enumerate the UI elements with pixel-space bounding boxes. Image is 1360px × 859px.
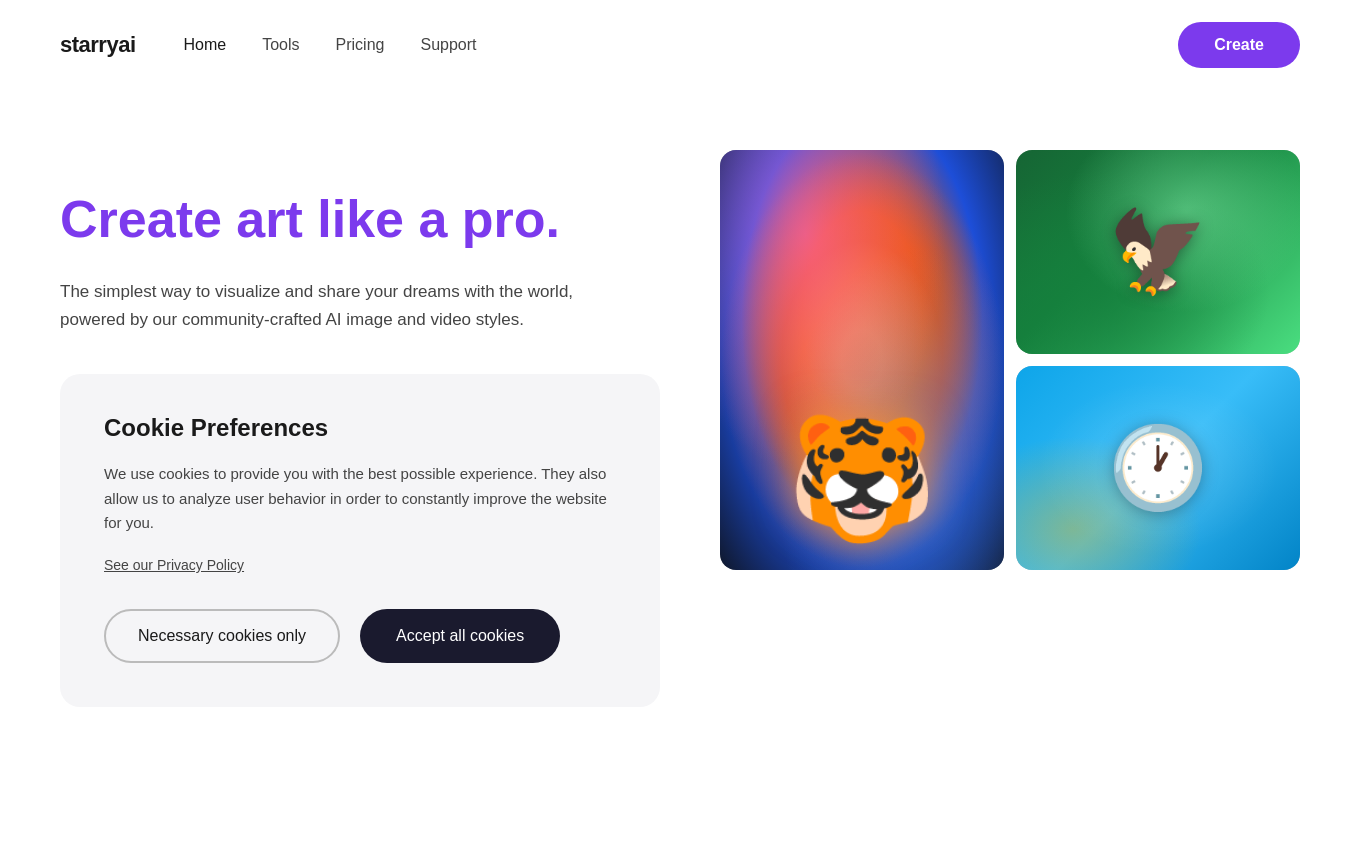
nav-item-tools[interactable]: Tools <box>262 36 299 54</box>
hero-section: Create art like a pro. The simplest way … <box>0 90 1360 747</box>
owl-artwork <box>1016 150 1300 354</box>
nav-link-home[interactable]: Home <box>184 36 227 53</box>
navbar: starryai Home Tools Pricing Support Crea… <box>0 0 1360 90</box>
cookie-dialog: Cookie Preferences We use cookies to pro… <box>60 374 660 707</box>
privacy-policy-link[interactable]: See our Privacy Policy <box>104 557 244 573</box>
hero-subtitle: The simplest way to visualize and share … <box>60 278 600 334</box>
nav-item-support[interactable]: Support <box>420 36 476 54</box>
logo: starryai <box>60 32 136 58</box>
clock-artwork <box>1016 366 1300 570</box>
tiger-artwork <box>720 150 1004 570</box>
hero-images <box>720 150 1300 570</box>
hero-content: Create art like a pro. The simplest way … <box>60 150 680 707</box>
nav-item-home[interactable]: Home <box>184 36 227 54</box>
nav-link-support[interactable]: Support <box>420 36 476 53</box>
cookie-body: We use cookies to provide you with the b… <box>104 462 616 536</box>
create-button[interactable]: Create <box>1178 22 1300 68</box>
nav-link-tools[interactable]: Tools <box>262 36 299 53</box>
cookie-title: Cookie Preferences <box>104 414 616 442</box>
image-tiger <box>720 150 1004 570</box>
cookie-buttons: Necessary cookies only Accept all cookie… <box>104 609 616 663</box>
hero-title: Create art like a pro. <box>60 190 680 250</box>
necessary-cookies-button[interactable]: Necessary cookies only <box>104 609 340 663</box>
accept-all-cookies-button[interactable]: Accept all cookies <box>360 609 560 663</box>
image-owl <box>1016 150 1300 354</box>
nav-item-pricing[interactable]: Pricing <box>336 36 385 54</box>
nav-links: Home Tools Pricing Support <box>184 36 477 54</box>
image-clock <box>1016 366 1300 570</box>
nav-link-pricing[interactable]: Pricing <box>336 36 385 53</box>
